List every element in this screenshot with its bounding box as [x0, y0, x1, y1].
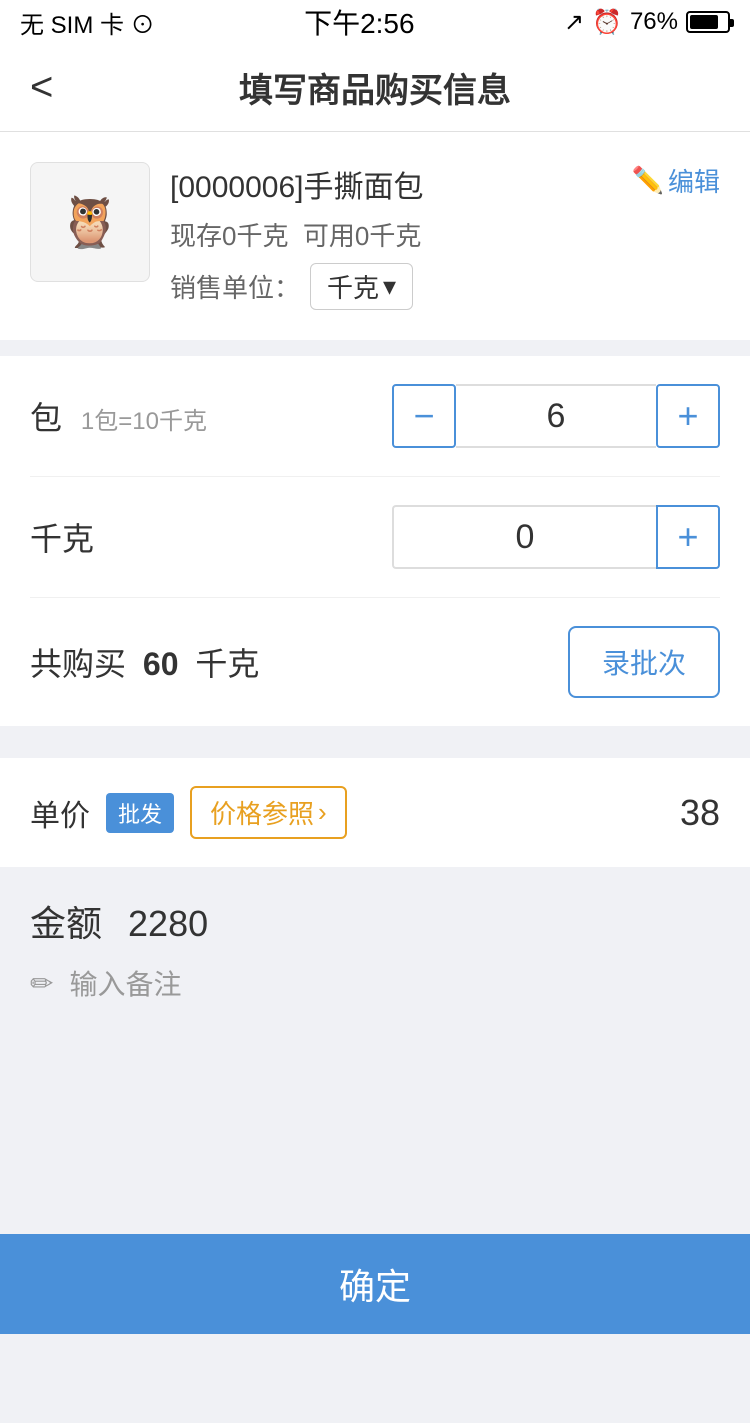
amount-value: 2280	[128, 903, 208, 944]
product-unit-row: 销售单位： 千克 ▾	[170, 263, 612, 310]
battery-icon	[686, 11, 730, 33]
separator-2	[0, 726, 750, 742]
price-row: 单价 批发 价格参照 › 38	[30, 786, 720, 839]
unit-label: 销售单位：	[170, 268, 300, 305]
back-button[interactable]: <	[20, 55, 63, 120]
confirm-button[interactable]: 确定	[0, 1234, 750, 1334]
batch-button[interactable]: 录批次	[568, 626, 720, 698]
status-right: ↗ ⏰ 76%	[564, 8, 730, 37]
total-value: 60	[143, 646, 179, 682]
alarm-icon: ⏰	[592, 8, 622, 37]
quantity-section: 包 1包=10千克 − + 千克 +	[0, 356, 750, 598]
price-value: 38	[680, 792, 720, 834]
product-info: [0000006]手撕面包 现存0千克 可用0千克 销售单位： 千克 ▾	[170, 162, 612, 310]
price-reference-button[interactable]: 价格参照 ›	[190, 786, 347, 839]
kg-plus-button[interactable]: +	[656, 505, 720, 569]
edit-icon: ✏️	[632, 165, 664, 196]
product-name: [0000006]手撕面包	[170, 162, 612, 206]
price-ref-arrow: ›	[318, 797, 327, 828]
remark-placeholder: 输入备注	[69, 963, 181, 1003]
bag-qty-control: − +	[392, 384, 720, 448]
bag-quantity-row: 包 1包=10千克 − +	[30, 356, 720, 477]
bag-minus-button[interactable]: −	[392, 384, 456, 448]
bag-plus-button[interactable]: +	[656, 384, 720, 448]
bag-quantity-input[interactable]	[456, 384, 656, 448]
price-section: 单价 批发 价格参照 › 38	[0, 758, 750, 867]
pencil-icon: ✏	[30, 967, 53, 1000]
unit-select[interactable]: 千克 ▾	[310, 263, 413, 310]
bag-label: 包 1包=10千克	[30, 393, 392, 439]
signal-icon: ↗	[564, 8, 584, 37]
status-left: 无 SIM 卡 ⊙	[20, 5, 155, 40]
edit-button[interactable]: ✏️ 编辑	[632, 162, 720, 199]
price-label: 单价	[30, 791, 90, 835]
status-bar: 无 SIM 卡 ⊙ 下午2:56 ↗ ⏰ 76%	[0, 0, 750, 44]
kg-quantity-input[interactable]	[392, 505, 656, 569]
status-time: 下午2:56	[304, 2, 415, 42]
remark-row[interactable]: ✏ 输入备注	[30, 963, 720, 1023]
product-actions: ✏️ 编辑	[632, 162, 720, 199]
battery-percent: 76%	[630, 8, 678, 36]
total-text: 共购买 60 千克	[30, 639, 568, 685]
nav-bar: < 填写商品购买信息	[0, 44, 750, 132]
sim-status: 无 SIM 卡 ⊙	[20, 5, 155, 40]
product-stock: 现存0千克 可用0千克	[170, 216, 612, 253]
price-tag: 批发	[106, 793, 174, 833]
kg-label: 千克	[30, 514, 392, 560]
total-row: 共购买 60 千克 录批次	[0, 598, 750, 726]
amount-section: 金额 2280 ✏ 输入备注	[0, 867, 750, 1023]
kg-quantity-row: 千克 +	[30, 477, 720, 598]
kg-qty-control: +	[392, 505, 720, 569]
bag-hint: 1包=10千克	[81, 408, 207, 435]
product-thumb-icon: 🦉	[59, 193, 121, 252]
product-thumbnail: 🦉	[30, 162, 150, 282]
page-title: 填写商品购买信息	[239, 63, 511, 112]
separator-1	[0, 340, 750, 356]
product-card: 🦉 [0000006]手撕面包 现存0千克 可用0千克 销售单位： 千克 ▾ ✏…	[0, 132, 750, 340]
amount-row: 金额 2280	[30, 895, 720, 947]
chevron-down-icon: ▾	[383, 271, 396, 302]
